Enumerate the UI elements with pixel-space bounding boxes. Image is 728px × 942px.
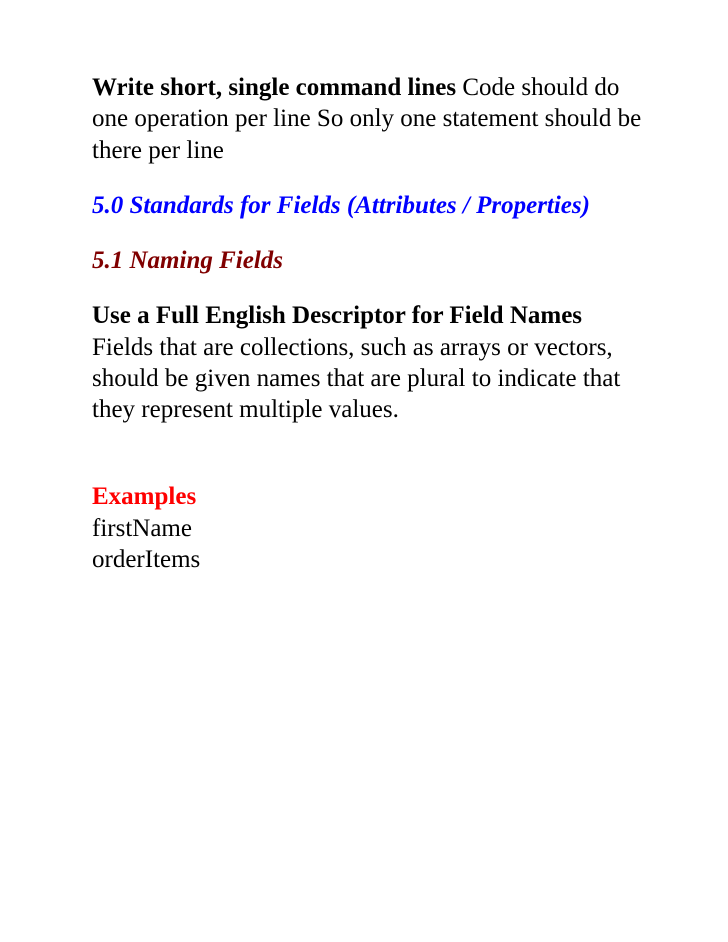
text-field-descriptor: Fields that are collections, such as arr… [92, 334, 620, 424]
document-page: Write short, single command lines Code s… [0, 0, 728, 647]
examples-heading: Examples [92, 481, 646, 512]
heading-standards-fields: 5.0 Standards for Fields (Attributes / P… [92, 190, 646, 221]
example-orderitems: orderItems [92, 544, 646, 575]
bold-command-lines: Write short, single command lines [92, 74, 462, 101]
bold-field-descriptor: Use a Full English Descriptor for Field … [92, 302, 582, 329]
paragraph-command-lines: Write short, single command lines Code s… [92, 72, 646, 166]
heading-naming-fields: 5.1 Naming Fields [92, 245, 646, 276]
paragraph-field-names: Use a Full English Descriptor for Field … [92, 300, 646, 425]
example-firstname: firstName [92, 513, 646, 544]
